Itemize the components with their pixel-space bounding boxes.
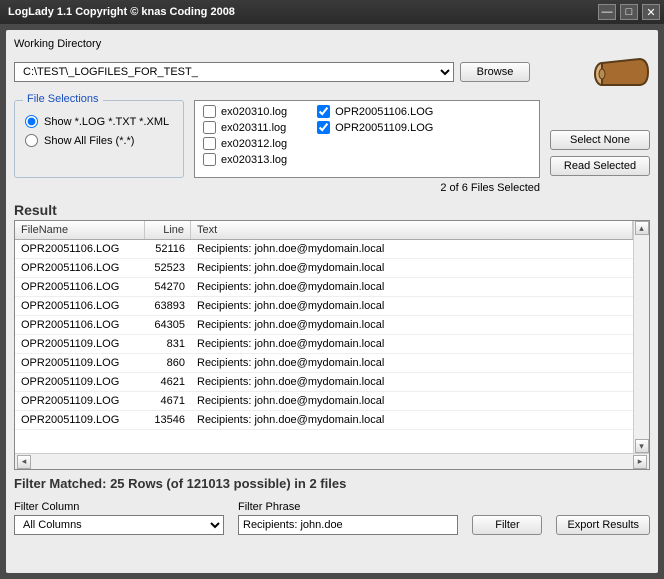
- cell-text: Recipients: john.doe@mydomain.local: [191, 316, 633, 334]
- radio-filtered-input[interactable]: [25, 115, 38, 128]
- scroll-right-icon[interactable]: ▸: [633, 455, 647, 469]
- cell-line: 64305: [145, 316, 191, 334]
- file-name: ex020312.log: [221, 138, 287, 150]
- export-results-button[interactable]: Export Results: [556, 515, 650, 535]
- table-row[interactable]: OPR20051106.LOG52523Recipients: john.doe…: [15, 259, 633, 278]
- file-checkbox[interactable]: [317, 105, 330, 118]
- cell-filename: OPR20051106.LOG: [15, 297, 145, 315]
- cell-filename: OPR20051109.LOG: [15, 354, 145, 372]
- cell-line: 52523: [145, 259, 191, 277]
- grid-header: FileName Line Text: [15, 221, 633, 240]
- filter-column-select[interactable]: All Columns: [14, 515, 224, 535]
- cell-text: Recipients: john.doe@mydomain.local: [191, 354, 633, 372]
- file-item[interactable]: ex020312.log: [203, 137, 287, 150]
- col-line[interactable]: Line: [145, 221, 191, 239]
- file-item[interactable]: OPR20051106.LOG: [317, 105, 433, 118]
- table-row[interactable]: OPR20051106.LOG54270Recipients: john.doe…: [15, 278, 633, 297]
- result-grid: FileName Line Text OPR20051106.LOG52116R…: [14, 220, 650, 470]
- filter-button[interactable]: Filter: [472, 515, 542, 535]
- cell-filename: OPR20051109.LOG: [15, 335, 145, 353]
- cell-text: Recipients: john.doe@mydomain.local: [191, 411, 633, 429]
- cell-filename: OPR20051106.LOG: [15, 259, 145, 277]
- filter-column-label: Filter Column: [14, 501, 224, 513]
- file-checkbox[interactable]: [203, 137, 216, 150]
- cell-text: Recipients: john.doe@mydomain.local: [191, 297, 633, 315]
- scroll-left-icon[interactable]: ◂: [17, 455, 31, 469]
- horizontal-scrollbar[interactable]: ◂ ▸: [15, 453, 649, 469]
- titlebar: LogLady 1.1 Copyright © knas Coding 2008…: [0, 0, 664, 24]
- table-row[interactable]: OPR20051106.LOG64305Recipients: john.doe…: [15, 316, 633, 335]
- maximize-button[interactable]: □: [620, 4, 638, 20]
- cell-text: Recipients: john.doe@mydomain.local: [191, 373, 633, 391]
- file-name: ex020310.log: [221, 106, 287, 118]
- file-selections-legend: File Selections: [23, 93, 103, 105]
- client-area: Working Directory C:\TEST\_LOGFILES_FOR_…: [6, 30, 658, 573]
- radio-all[interactable]: Show All Files (*.*): [25, 134, 173, 147]
- cell-text: Recipients: john.doe@mydomain.local: [191, 335, 633, 353]
- radio-filtered[interactable]: Show *.LOG *.TXT *.XML: [25, 115, 173, 128]
- cell-line: 831: [145, 335, 191, 353]
- cell-text: Recipients: john.doe@mydomain.local: [191, 259, 633, 277]
- cell-text: Recipients: john.doe@mydomain.local: [191, 240, 633, 258]
- file-list[interactable]: ex020310.log ex020311.log ex020312.log ex02…: [194, 100, 540, 178]
- col-filename[interactable]: FileName: [15, 221, 145, 239]
- filter-phrase-input[interactable]: [238, 515, 458, 535]
- filter-summary: Filter Matched: 25 Rows (of 121013 possi…: [14, 476, 650, 491]
- cell-line: 63893: [145, 297, 191, 315]
- select-none-button[interactable]: Select None: [550, 130, 650, 150]
- table-row[interactable]: OPR20051106.LOG52116Recipients: john.doe…: [15, 240, 633, 259]
- working-dir-label: Working Directory: [14, 38, 650, 50]
- radio-all-input[interactable]: [25, 134, 38, 147]
- cell-line: 4621: [145, 373, 191, 391]
- file-name: ex020313.log: [221, 154, 287, 166]
- close-button[interactable]: ✕: [642, 4, 660, 20]
- cell-line: 54270: [145, 278, 191, 296]
- cell-filename: OPR20051106.LOG: [15, 278, 145, 296]
- scroll-down-icon[interactable]: ▾: [635, 439, 649, 453]
- grid-body[interactable]: OPR20051106.LOG52116Recipients: john.doe…: [15, 240, 633, 453]
- cell-line: 860: [145, 354, 191, 372]
- cell-text: Recipients: john.doe@mydomain.local: [191, 392, 633, 410]
- cell-line: 52116: [145, 240, 191, 258]
- file-name: ex020311.log: [221, 122, 286, 134]
- file-checkbox[interactable]: [203, 121, 216, 134]
- file-item[interactable]: ex020311.log: [203, 121, 287, 134]
- file-name: OPR20051109.LOG: [335, 122, 433, 134]
- scroll-up-icon[interactable]: ▴: [635, 221, 649, 235]
- col-text[interactable]: Text: [191, 221, 633, 239]
- cell-filename: OPR20051106.LOG: [15, 240, 145, 258]
- cell-filename: OPR20051109.LOG: [15, 411, 145, 429]
- file-checkbox[interactable]: [317, 121, 330, 134]
- table-row[interactable]: OPR20051109.LOG4621Recipients: john.doe@…: [15, 373, 633, 392]
- cell-filename: OPR20051106.LOG: [15, 316, 145, 334]
- selection-status: 2 of 6 Files Selected: [194, 182, 540, 194]
- log-icon: [590, 52, 650, 92]
- table-row[interactable]: OPR20051109.LOG13546Recipients: john.doe…: [15, 411, 633, 430]
- read-selected-button[interactable]: Read Selected: [550, 156, 650, 176]
- working-dir-select[interactable]: C:\TEST\_LOGFILES_FOR_TEST_: [14, 62, 454, 82]
- file-checkbox[interactable]: [203, 153, 216, 166]
- cell-filename: OPR20051109.LOG: [15, 392, 145, 410]
- table-row[interactable]: OPR20051109.LOG831Recipients: john.doe@m…: [15, 335, 633, 354]
- file-checkbox[interactable]: [203, 105, 216, 118]
- table-row[interactable]: OPR20051109.LOG860Recipients: john.doe@m…: [15, 354, 633, 373]
- file-item[interactable]: OPR20051109.LOG: [317, 121, 433, 134]
- cell-text: Recipients: john.doe@mydomain.local: [191, 278, 633, 296]
- table-row[interactable]: OPR20051106.LOG63893Recipients: john.doe…: [15, 297, 633, 316]
- file-name: OPR20051106.LOG: [335, 106, 433, 118]
- result-label: Result: [14, 202, 650, 218]
- file-selections-group: File Selections Show *.LOG *.TXT *.XML S…: [14, 100, 184, 178]
- table-row[interactable]: OPR20051109.LOG4671Recipients: john.doe@…: [15, 392, 633, 411]
- cell-line: 4671: [145, 392, 191, 410]
- filter-phrase-label: Filter Phrase: [238, 501, 458, 513]
- minimize-button[interactable]: —: [598, 4, 616, 20]
- browse-button[interactable]: Browse: [460, 62, 530, 82]
- file-item[interactable]: ex020310.log: [203, 105, 287, 118]
- file-item[interactable]: ex020313.log: [203, 153, 287, 166]
- window-title: LogLady 1.1 Copyright © knas Coding 2008: [4, 6, 594, 18]
- vertical-scrollbar[interactable]: ▴ ▾: [633, 221, 649, 453]
- cell-line: 13546: [145, 411, 191, 429]
- cell-filename: OPR20051109.LOG: [15, 373, 145, 391]
